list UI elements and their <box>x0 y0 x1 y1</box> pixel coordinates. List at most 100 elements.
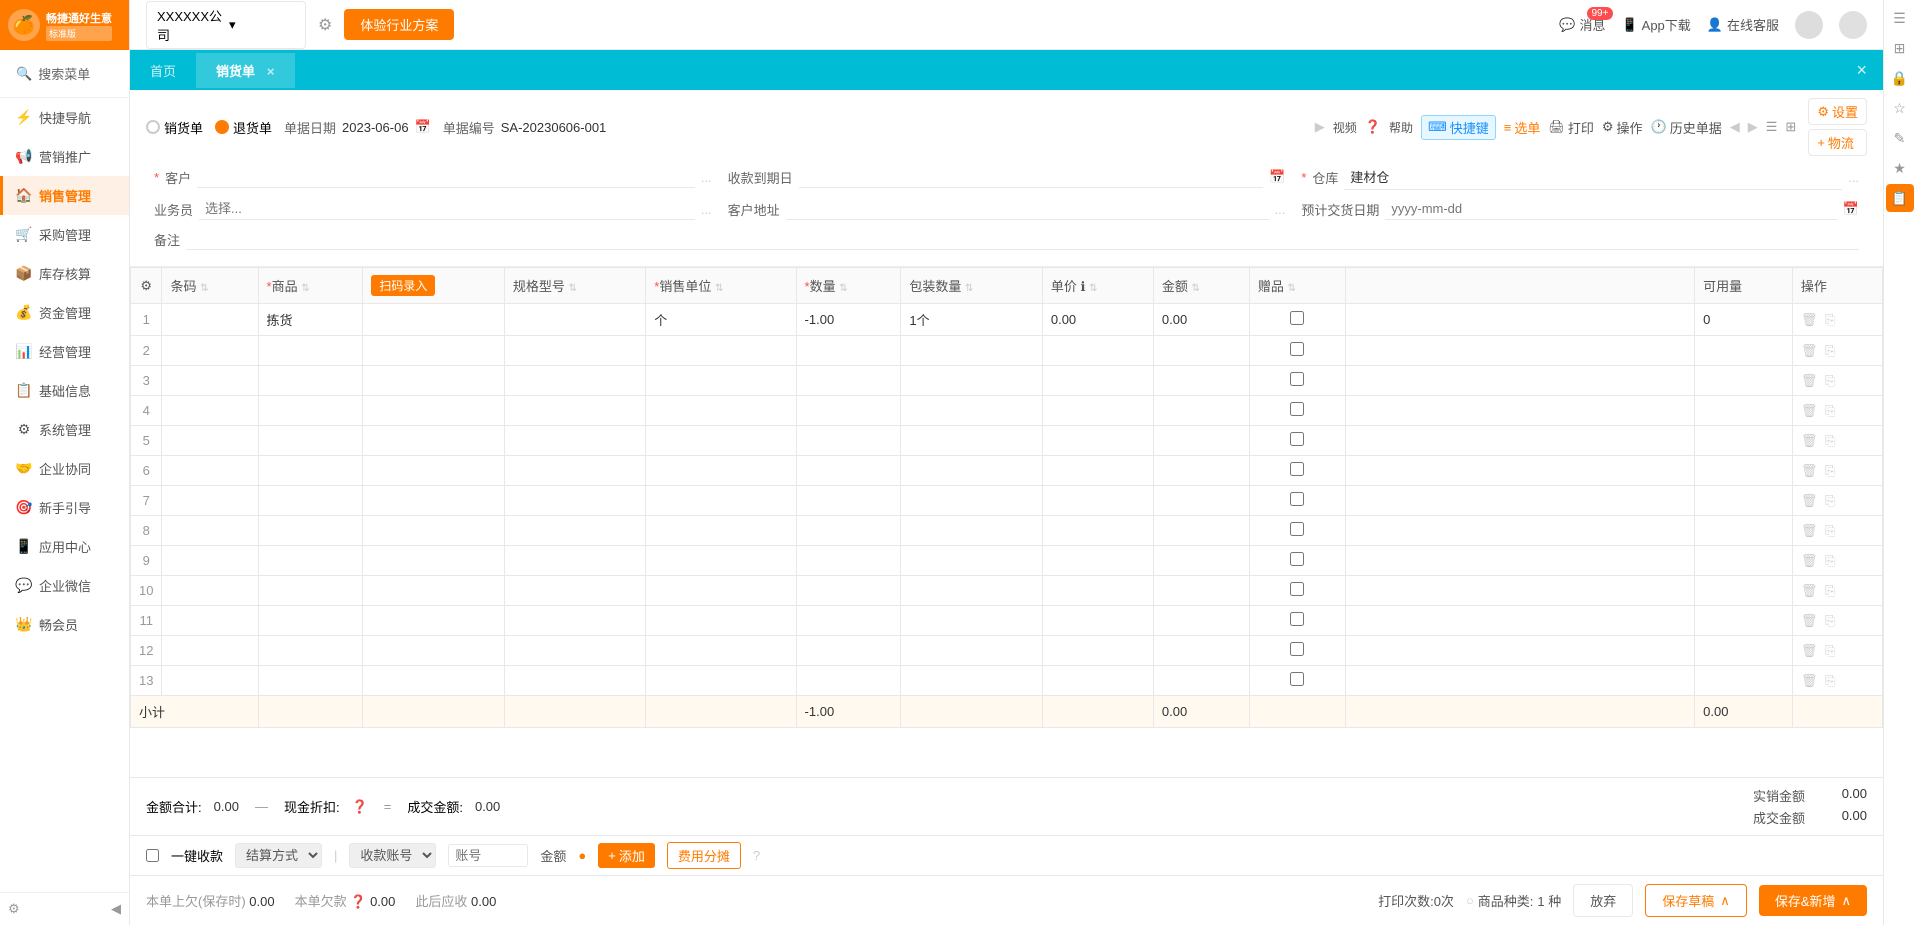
cell-amount[interactable]: 0.00 <box>1153 304 1249 336</box>
salesperson-input[interactable] <box>199 198 695 220</box>
cell-amount[interactable] <box>1153 606 1249 636</box>
scan-btn[interactable]: 扫码录入 <box>371 275 435 296</box>
cell-barcode[interactable] <box>162 396 258 426</box>
cell-qty[interactable] <box>796 666 901 696</box>
cell-pkg-qty[interactable] <box>901 426 1042 456</box>
sidebar-item-basic[interactable]: 📋基础信息 <box>0 371 129 410</box>
radio-return[interactable]: 退货单 <box>215 118 272 137</box>
remark-input[interactable] <box>186 228 1859 250</box>
gift-checkbox[interactable] <box>1290 612 1304 626</box>
delete-icon[interactable]: 🗑 <box>1801 493 1818 508</box>
cell-gift[interactable] <box>1249 606 1345 636</box>
cell-spec[interactable] <box>504 426 645 456</box>
save-new-btn[interactable]: 保存&新增 ∧ <box>1759 885 1867 916</box>
logistics-btn[interactable]: + 物流 <box>1808 129 1867 156</box>
sidebar-item-finance[interactable]: 💰资金管理 <box>0 293 129 332</box>
delete-icon[interactable]: 🗑 <box>1801 312 1818 327</box>
customer-addr-more-icon[interactable]: ... <box>1275 202 1286 217</box>
cell-gift[interactable] <box>1249 666 1345 696</box>
sidebar-item-quick-nav[interactable]: ⚡快捷导航 <box>0 98 129 137</box>
sidebar-item-inventory[interactable]: 📦库存核算 <box>0 254 129 293</box>
cell-unit-price[interactable] <box>1042 396 1153 426</box>
delete-icon[interactable]: 🗑 <box>1801 403 1818 418</box>
cell-amount[interactable] <box>1153 336 1249 366</box>
sidebar-item-corp[interactable]: 🤝企业协同 <box>0 449 129 488</box>
cell-pkg-qty[interactable] <box>901 636 1042 666</box>
cell-spec[interactable] <box>504 636 645 666</box>
copy-icon[interactable]: ⎘ <box>1825 493 1835 508</box>
copy-icon[interactable]: ⎘ <box>1825 373 1835 388</box>
copy-icon[interactable]: ⎘ <box>1825 463 1835 478</box>
cell-gift[interactable] <box>1249 516 1345 546</box>
cell-amount[interactable] <box>1153 426 1249 456</box>
sidebar-item-purchase[interactable]: 🛒采购管理 <box>0 215 129 254</box>
help-btn[interactable]: 帮助 <box>1389 119 1413 136</box>
cell-spec[interactable] <box>504 666 645 696</box>
nav-prev-icon[interactable]: ◀ <box>1730 119 1740 135</box>
cell-unit[interactable] <box>646 606 796 636</box>
cell-qty[interactable] <box>796 516 901 546</box>
date-value[interactable]: 2023-06-06 <box>342 120 409 135</box>
gift-checkbox[interactable] <box>1290 492 1304 506</box>
tab-bar-close-btn[interactable]: × <box>1840 52 1883 89</box>
cell-barcode[interactable] <box>162 546 258 576</box>
tool-star[interactable]: ☆ <box>1886 94 1914 122</box>
cell-amount[interactable] <box>1153 636 1249 666</box>
avatar[interactable] <box>1795 11 1823 39</box>
copy-icon[interactable]: ⎘ <box>1825 613 1835 628</box>
cell-amount[interactable] <box>1153 396 1249 426</box>
cell-unit-price[interactable] <box>1042 636 1153 666</box>
sidebar-item-system[interactable]: ⚙系统管理 <box>0 410 129 449</box>
cell-product[interactable] <box>258 636 363 666</box>
add-circle-icon[interactable]: ● <box>578 848 586 863</box>
cell-amount[interactable] <box>1153 666 1249 696</box>
expense-btn[interactable]: 费用分摊 <box>667 842 741 869</box>
cell-gift[interactable] <box>1249 486 1345 516</box>
gift-checkbox[interactable] <box>1290 672 1304 686</box>
salesperson-more-icon[interactable]: ... <box>701 202 712 217</box>
cell-spec[interactable] <box>504 576 645 606</box>
cell-spec[interactable] <box>504 516 645 546</box>
cell-spec[interactable] <box>504 456 645 486</box>
cell-barcode[interactable] <box>162 456 258 486</box>
cell-product[interactable] <box>258 366 363 396</box>
cell-pkg-qty[interactable] <box>901 456 1042 486</box>
cell-spec[interactable] <box>504 304 645 336</box>
shortcut-btn[interactable]: ⌨ 快捷键 <box>1421 115 1496 140</box>
cell-barcode[interactable] <box>162 336 258 366</box>
video-btn[interactable]: 视频 <box>1333 119 1357 136</box>
customer-input[interactable] <box>197 166 695 188</box>
cell-unit-price[interactable] <box>1042 516 1153 546</box>
cell-pkg-qty[interactable] <box>901 516 1042 546</box>
copy-icon[interactable]: ⎘ <box>1825 673 1835 688</box>
sidebar-collapse-icon[interactable]: ◀ <box>111 901 121 917</box>
cell-product[interactable] <box>258 546 363 576</box>
cell-unit[interactable] <box>646 426 796 456</box>
delivery-date-calendar-icon[interactable]: 📅 <box>1843 201 1859 217</box>
cell-amount[interactable] <box>1153 576 1249 606</box>
th-scan[interactable]: 扫码录入 <box>363 268 504 304</box>
tool-edit[interactable]: ✎ <box>1886 124 1914 152</box>
cell-product[interactable] <box>258 606 363 636</box>
messages-btn[interactable]: 💬 消息 99+ <box>1559 15 1605 34</box>
app-download-btn[interactable]: 📱 App下载 <box>1621 15 1690 34</box>
cell-barcode[interactable] <box>162 516 258 546</box>
cell-qty[interactable]: -1.00 <box>796 304 901 336</box>
cell-product[interactable] <box>258 456 363 486</box>
one-click-checkbox[interactable] <box>146 849 159 862</box>
cell-amount[interactable] <box>1153 546 1249 576</box>
gift-checkbox[interactable] <box>1290 402 1304 416</box>
gift-checkbox[interactable] <box>1290 552 1304 566</box>
cell-barcode[interactable] <box>162 576 258 606</box>
customer-addr-input[interactable] <box>786 198 1269 220</box>
copy-icon[interactable]: ⎘ <box>1825 643 1835 658</box>
delete-icon[interactable]: 🗑 <box>1801 523 1818 538</box>
cell-gift[interactable] <box>1249 366 1345 396</box>
gift-checkbox[interactable] <box>1290 432 1304 446</box>
cell-unit-price[interactable] <box>1042 366 1153 396</box>
delete-icon[interactable]: 🗑 <box>1801 373 1818 388</box>
trial-btn[interactable]: 体验行业方案 <box>344 9 454 40</box>
delete-icon[interactable]: 🗑 <box>1801 673 1818 688</box>
settings-btn[interactable]: ⚙ 设置 <box>1808 98 1867 125</box>
cell-unit-price[interactable] <box>1042 576 1153 606</box>
